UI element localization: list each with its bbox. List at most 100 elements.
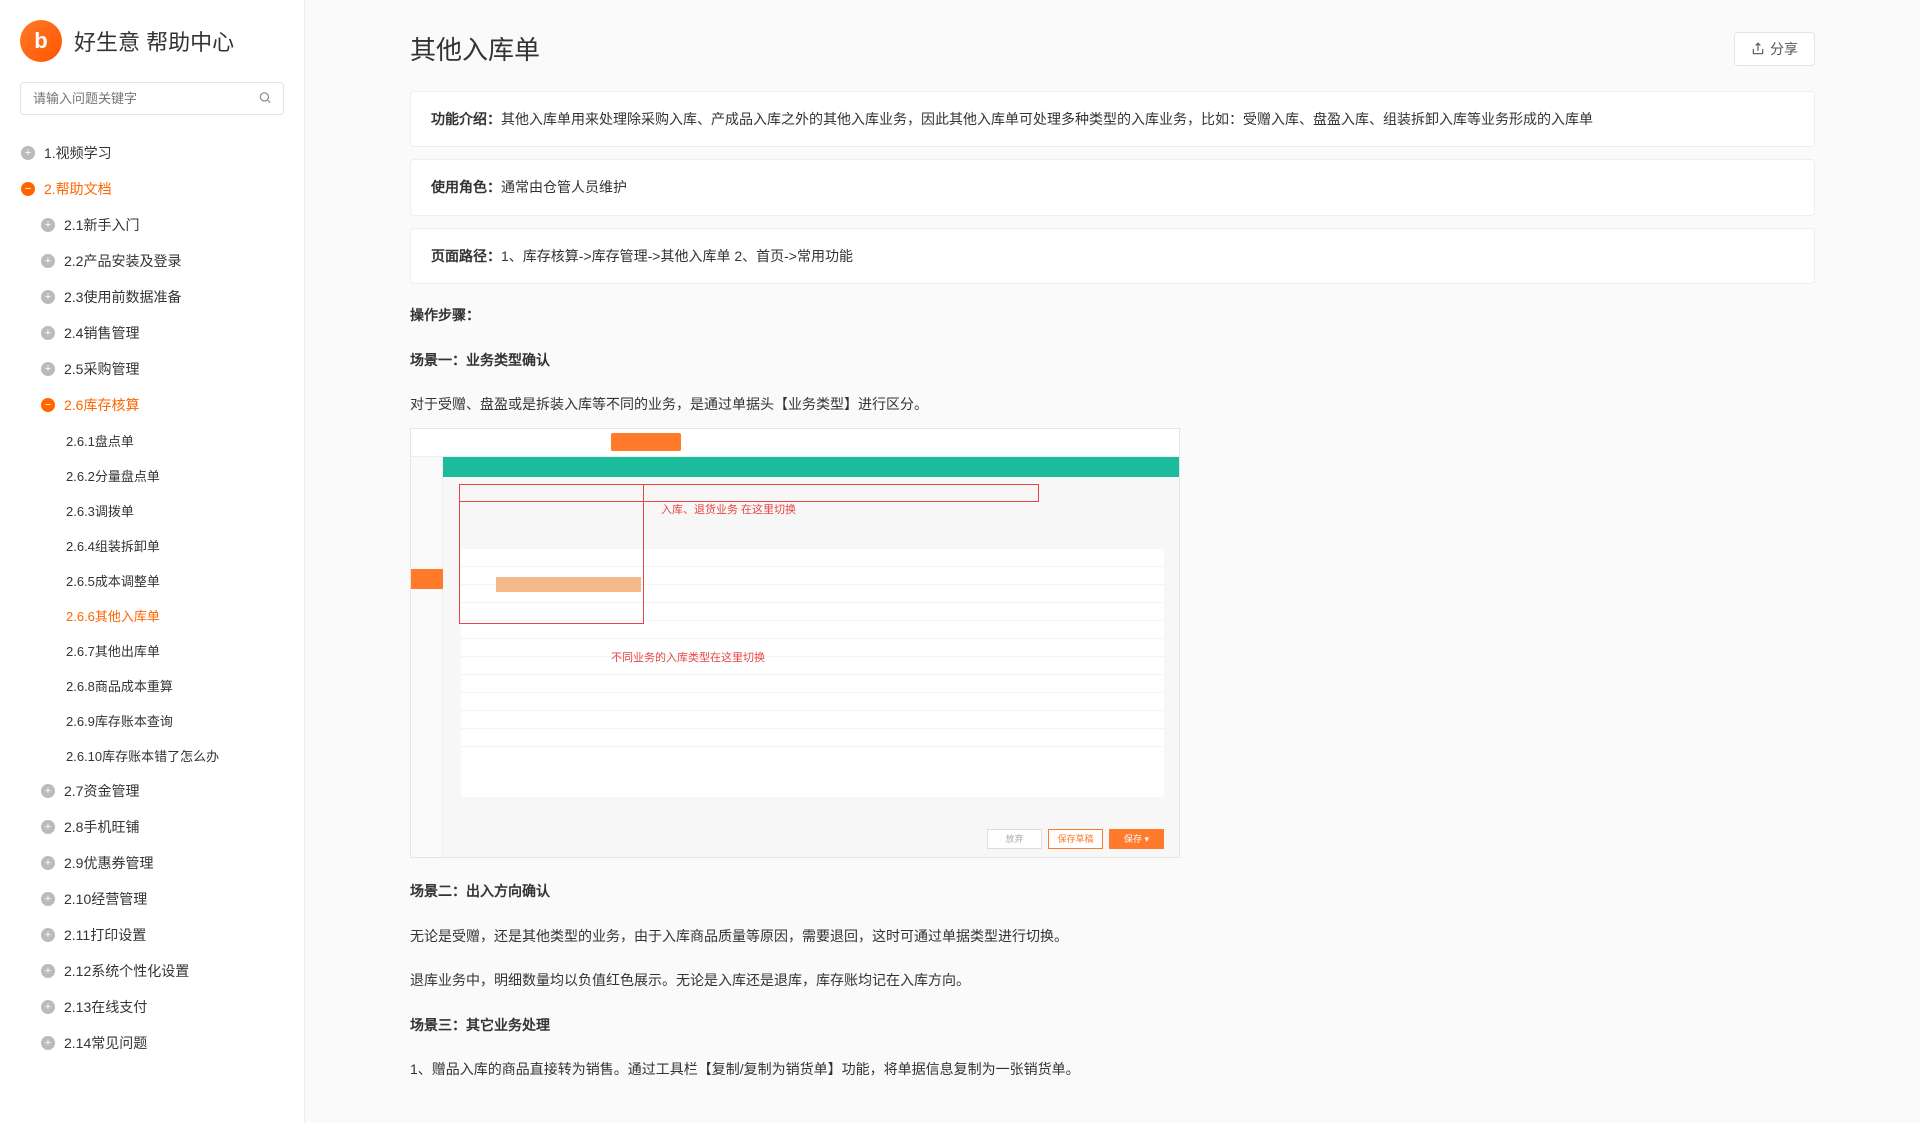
scene1-title: 场景一：业务类型确认 [410,347,1815,374]
plus-icon: + [40,891,56,907]
scene2-title: 场景二：出入方向确认 [410,878,1815,905]
screenshot-image: 入库、退货业务 在这里切换 不同业务的入库类型在这里切换 放弃 保存草稿 保存 … [410,428,1180,858]
scene1-text: 对于受赠、盘盈或是拆装入库等不同的业务，是通过单据头【业务类型】进行区分。 [410,391,1815,418]
plus-icon: + [40,927,56,943]
nav-label: 2.6.7其他出库单 [66,641,160,660]
scene2-text1: 无论是受赠，还是其他类型的业务，由于入库商品质量等原因，需要退回，这时可通过单据… [410,923,1815,950]
nav-2-13[interactable]: +2.13在线支付 [20,989,284,1025]
nav-label: 2.13在线支付 [64,997,147,1017]
main-content: 其他入库单 分享 功能介绍：其他入库单用来处理除采购入库、产成品入库之外的其他入… [305,0,1920,1123]
nav-2-1[interactable]: +2.1新手入门 [20,207,284,243]
plus-icon: + [40,289,56,305]
role-box: 使用角色：通常由仓管人员维护 [410,159,1815,215]
plus-icon: + [40,819,56,835]
plus-icon: + [40,217,56,233]
plus-icon: + [40,361,56,377]
nav-label: 2.7资金管理 [64,781,139,801]
nav-label: 2.1新手入门 [64,215,139,235]
nav-label: 2.2产品安装及登录 [64,251,181,271]
nav-2-4[interactable]: +2.4销售管理 [20,315,284,351]
share-icon [1751,42,1765,56]
nav-label: 2.8手机旺铺 [64,817,139,837]
plus-icon: + [40,253,56,269]
nav-2-6-10[interactable]: 2.6.10库存账本错了怎么办 [20,738,284,773]
nav-2-14[interactable]: +2.14常见问题 [20,1025,284,1061]
nav-2-6-3[interactable]: 2.6.3调拨单 [20,493,284,528]
nav-label: 2.10经营管理 [64,889,147,909]
nav-2-6-1[interactable]: 2.6.1盘点单 [20,423,284,458]
role-label: 使用角色： [431,179,501,195]
nav-video[interactable]: +1.视频学习 [20,135,284,171]
brand-area: b 好生意 帮助中心 [20,20,284,62]
nav-label: 2.6.8商品成本重算 [66,676,173,695]
path-box: 页面路径：1、库存核算->库存管理->其他入库单 2、首页->常用功能 [410,228,1815,284]
nav-2-5[interactable]: +2.5采购管理 [20,351,284,387]
brand-logo: b [20,20,62,62]
nav-label: 2.6.9库存账本查询 [66,711,173,730]
share-button[interactable]: 分享 [1734,32,1815,66]
role-text: 通常由仓管人员维护 [501,179,627,195]
page-title: 其他入库单 [410,30,540,67]
plus-icon: + [20,145,36,161]
nav-label: 2.6.4组装拆卸单 [66,536,160,555]
intro-label: 功能介绍： [431,111,501,127]
brand-title: 好生意 帮助中心 [74,25,234,57]
nav-label: 2.6库存核算 [64,395,139,415]
nav-2-6-6[interactable]: 2.6.6其他入库单 [20,598,284,633]
nav-label: 2.14常见问题 [64,1033,147,1053]
nav-label: 2.6.6其他入库单 [66,606,160,625]
minus-icon: − [40,397,56,413]
plus-icon: + [40,325,56,341]
scene3-title: 场景三：其它业务处理 [410,1012,1815,1039]
annotation-1: 入库、退货业务 在这里切换 [661,501,796,517]
nav-2-2[interactable]: +2.2产品安装及登录 [20,243,284,279]
nav-label: 2.6.2分量盘点单 [66,466,160,485]
plus-icon: + [40,963,56,979]
nav-label: 2.5采购管理 [64,359,139,379]
plus-icon: + [40,999,56,1015]
plus-icon: + [40,783,56,799]
nav-2-6-4[interactable]: 2.6.4组装拆卸单 [20,528,284,563]
nav-label: 2.6.1盘点单 [66,431,134,450]
search-icon[interactable] [258,90,272,107]
nav-label: 2.4销售管理 [64,323,139,343]
steps-label: 操作步骤： [410,302,1815,329]
scene2-text2: 退库业务中，明细数量均以负值红色展示。无论是入库还是退库，库存账均记在入库方向。 [410,967,1815,994]
nav-2-8[interactable]: +2.8手机旺铺 [20,809,284,845]
nav-label: 2.11打印设置 [64,925,146,945]
nav-2-11[interactable]: +2.11打印设置 [20,917,284,953]
scene3-text: 1、赠品入库的商品直接转为销售。通过工具栏【复制/复制为销货单】功能，将单据信息… [410,1056,1815,1083]
nav-label: 2.12系统个性化设置 [64,961,189,981]
nav-2-6-2[interactable]: 2.6.2分量盘点单 [20,458,284,493]
nav-2-9[interactable]: +2.9优惠券管理 [20,845,284,881]
nav-label: 2.6.10库存账本错了怎么办 [66,746,219,765]
nav-2-6-9[interactable]: 2.6.9库存账本查询 [20,703,284,738]
intro-box: 功能介绍：其他入库单用来处理除采购入库、产成品入库之外的其他入库业务，因此其他入… [410,91,1815,147]
nav-label: 2.6.5成本调整单 [66,571,160,590]
nav-label: 2.6.3调拨单 [66,501,134,520]
nav-2-7[interactable]: +2.7资金管理 [20,773,284,809]
nav-2-6-8[interactable]: 2.6.8商品成本重算 [20,668,284,703]
search-input[interactable] [20,82,284,115]
intro-text: 其他入库单用来处理除采购入库、产成品入库之外的其他入库业务，因此其他入库单可处理… [501,111,1593,127]
sidebar: b 好生意 帮助中心 +1.视频学习 −2.帮助文档 +2.1新手入门 +2.2… [0,0,305,1123]
search-box [20,82,284,115]
page-header: 其他入库单 分享 [410,30,1815,67]
nav-label: 2.9优惠券管理 [64,853,153,873]
path-label: 页面路径： [431,248,501,264]
nav-label: 2.帮助文档 [44,179,112,199]
nav-2-3[interactable]: +2.3使用前数据准备 [20,279,284,315]
nav-2-12[interactable]: +2.12系统个性化设置 [20,953,284,989]
nav-label: 1.视频学习 [44,143,112,163]
plus-icon: + [40,1035,56,1051]
nav-2-6-5[interactable]: 2.6.5成本调整单 [20,563,284,598]
annotation-2: 不同业务的入库类型在这里切换 [611,649,765,665]
share-label: 分享 [1770,39,1798,59]
plus-icon: + [40,855,56,871]
nav-2-6-7[interactable]: 2.6.7其他出库单 [20,633,284,668]
nav-2-6[interactable]: −2.6库存核算 [20,387,284,423]
path-text: 1、库存核算->库存管理->其他入库单 2、首页->常用功能 [501,248,853,264]
nav-2-10[interactable]: +2.10经营管理 [20,881,284,917]
nav-help-docs[interactable]: −2.帮助文档 [20,171,284,207]
minus-icon: − [20,181,36,197]
